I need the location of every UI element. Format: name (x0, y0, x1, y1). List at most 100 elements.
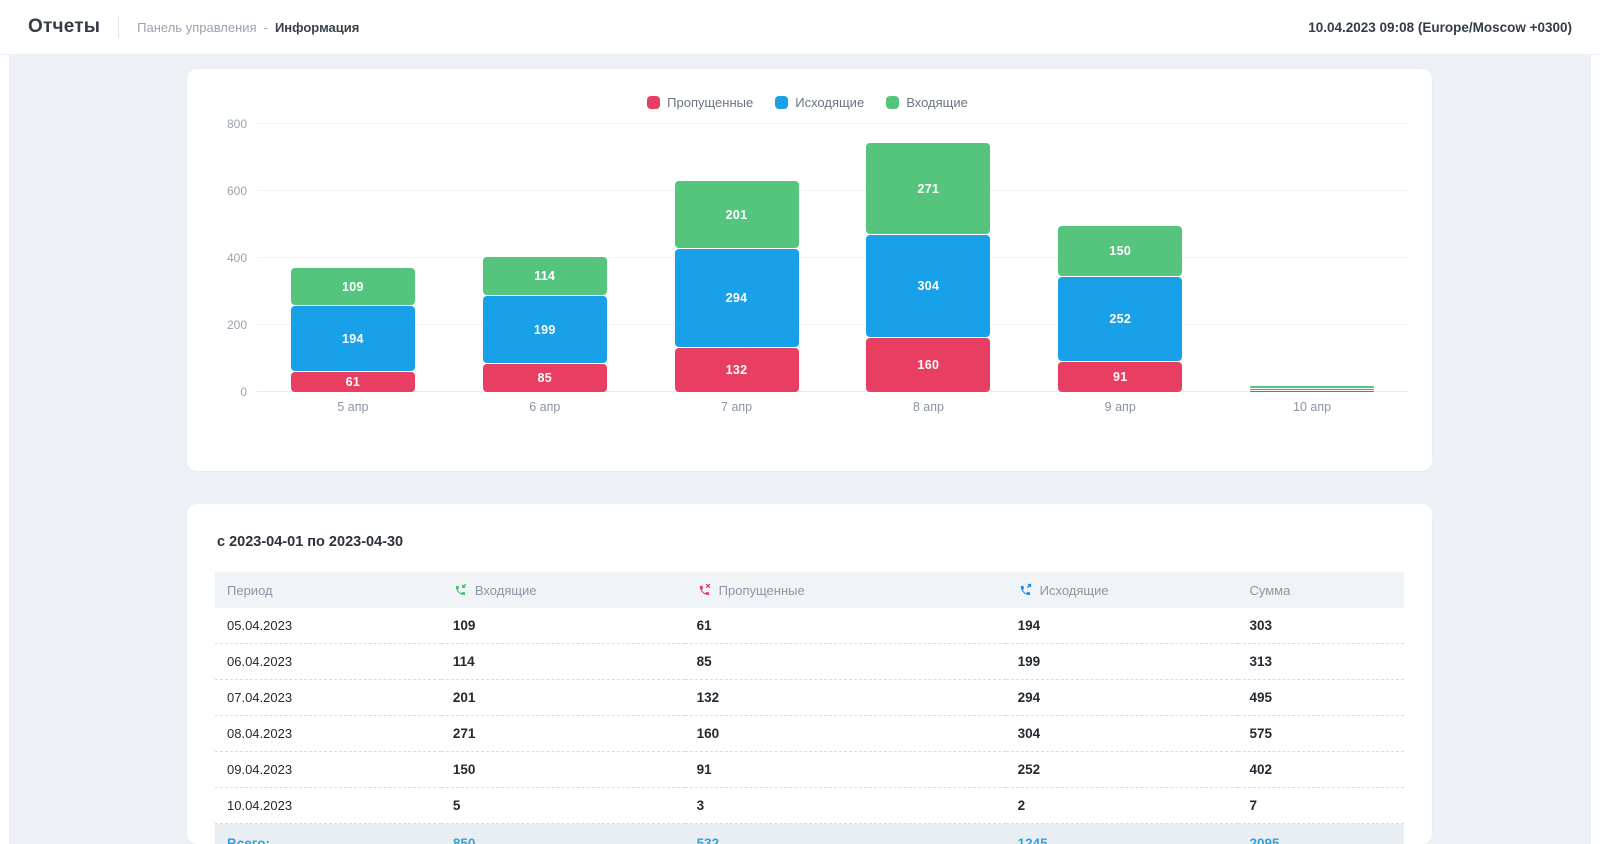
stacked-bar[interactable] (1250, 385, 1375, 392)
bar-segment[interactable]: 109 (290, 268, 415, 305)
total-value-cell: 1245 (1005, 823, 1238, 844)
stacked-bar[interactable]: 61 194 109 (290, 267, 415, 392)
value-cell: 199 (1005, 643, 1238, 680)
bar-slot: 91 252 150 (1024, 124, 1216, 392)
bar-segment[interactable]: 132 (674, 348, 799, 392)
bar-segment[interactable] (1250, 386, 1375, 388)
bar-slot: 160 304 271 (832, 124, 1024, 392)
period-cell: 06.04.2023 (215, 643, 441, 680)
stacked-bar[interactable]: 91 252 150 (1058, 225, 1183, 392)
plot-area: 61 194 109 85 199 114 132 294 201 160 304 271 91 252 1… (257, 123, 1408, 392)
x-axis-label: 5 апр (337, 400, 369, 414)
period-cell: 08.04.2023 (215, 715, 441, 752)
table-row: 08.04.2023 271 160 304 575 (215, 715, 1404, 752)
bars-layer: 61 194 109 85 199 114 132 294 201 160 304 271 91 252 1… (257, 124, 1408, 392)
bar-segment[interactable]: 194 (290, 306, 415, 371)
x-axis-label: 6 апр (529, 400, 561, 414)
value-cell: 252 (1005, 751, 1238, 788)
column-header: Сумма (1237, 572, 1404, 608)
header-datetime: 10.04.2023 09:08 (Europe/Moscow +0300) (1308, 19, 1572, 35)
legend-item[interactable]: Исходящие (775, 95, 864, 110)
legend-swatch-icon (886, 96, 900, 109)
bar-segment[interactable]: 294 (674, 249, 799, 347)
x-axis-label: 8 апр (912, 400, 944, 414)
value-cell: 575 (1237, 715, 1404, 752)
outgoing-call-icon (1020, 583, 1031, 596)
column-header-label: Пропущенные (718, 583, 805, 598)
stacked-bar[interactable]: 132 294 201 (674, 180, 799, 392)
value-cell: 109 (440, 608, 685, 644)
bar-slot (1216, 124, 1408, 392)
table-card: с 2023-04-01 по 2023-04-30 Период Входящи… (187, 504, 1432, 844)
content-area: Пропущенные Исходящие Входящие 0 200 400 600 8… (9, 55, 1591, 844)
legend-item[interactable]: Входящие (886, 95, 968, 110)
bar-segment[interactable]: 252 (1058, 277, 1183, 361)
table-row: 05.04.2023 109 61 194 303 (215, 608, 1404, 644)
bar-segment[interactable]: 271 (866, 143, 991, 234)
value-cell: 150 (440, 751, 685, 788)
stacked-bar[interactable]: 85 199 114 (482, 256, 607, 392)
value-cell: 91 (684, 751, 1006, 788)
value-cell: 2 (1005, 787, 1238, 824)
column-header-label: Входящие (474, 583, 537, 598)
bar-segment[interactable]: 304 (866, 235, 991, 337)
chart-legend: Пропущенные Исходящие Входящие (207, 95, 1408, 110)
bar-slot: 132 294 201 (641, 124, 833, 392)
total-value-cell: 2095 (1237, 823, 1404, 844)
stacked-bar-chart: 0 200 400 600 800 61 194 109 85 199 114 132 294 201 1… (207, 117, 1408, 414)
table-row: 10.04.2023 5 3 2 7 (215, 787, 1404, 824)
breadcrumb-current: Информация (274, 19, 360, 35)
value-cell: 271 (440, 715, 685, 752)
bar-segment[interactable]: 150 (1058, 226, 1183, 276)
calls-summary-table: Период Входящие Пропущенные Исходящие Сумма … (215, 572, 1404, 844)
value-cell: 402 (1237, 751, 1404, 788)
chart-card: Пропущенные Исходящие Входящие 0 200 400 600 8… (187, 69, 1432, 471)
table-row: 09.04.2023 150 91 252 402 (215, 751, 1404, 788)
y-axis-tick: 800 (226, 117, 247, 131)
period-cell: 07.04.2023 (215, 679, 441, 716)
y-axis: 0 200 400 600 800 (207, 117, 257, 399)
column-header: Пропущенные (684, 572, 1006, 608)
value-cell: 132 (684, 679, 1006, 716)
bar-segment[interactable]: 201 (674, 181, 799, 248)
y-axis-tick: 400 (226, 251, 247, 265)
x-axis-label: 7 апр (721, 400, 753, 414)
table-header-row: Период Входящие Пропущенные Исходящие Сумма (215, 572, 1404, 608)
y-axis-tick: 0 (240, 385, 247, 399)
value-cell: 303 (1237, 608, 1404, 644)
bar-segment[interactable]: 199 (482, 296, 607, 363)
bar-segment[interactable]: 160 (866, 338, 991, 392)
legend-item[interactable]: Пропущенные (647, 95, 753, 110)
bar-segment[interactable]: 114 (482, 257, 607, 295)
column-header: Период (215, 572, 441, 608)
value-cell: 160 (684, 715, 1006, 752)
header-divider (118, 16, 120, 38)
value-cell: 313 (1237, 643, 1404, 680)
breadcrumb: Панель управления - Информация (137, 20, 359, 35)
bar-segment[interactable] (1250, 389, 1375, 390)
missed-call-icon (699, 583, 710, 596)
stacked-bar[interactable]: 160 304 271 (866, 142, 991, 392)
value-cell: 114 (440, 643, 685, 680)
table-total-row: Всего: 850 532 1245 2095 (215, 823, 1404, 844)
value-cell: 3 (684, 787, 1006, 824)
column-header: Входящие (440, 572, 685, 608)
x-axis-label: 10 апр (1293, 400, 1332, 414)
legend-label: Входящие (906, 95, 968, 110)
bar-segment[interactable]: 91 (1058, 362, 1183, 392)
breadcrumb-parent[interactable]: Панель управления (137, 20, 256, 35)
table-row: 06.04.2023 114 85 199 313 (215, 643, 1404, 680)
bar-segment[interactable] (1250, 391, 1375, 392)
value-cell: 294 (1005, 679, 1238, 716)
period-cell: 09.04.2023 (215, 751, 441, 788)
total-value-cell: 532 (684, 823, 1006, 844)
column-header-label: Период (227, 582, 273, 598)
value-cell: 201 (440, 679, 685, 716)
table-row: 07.04.2023 201 132 294 495 (215, 679, 1404, 716)
bar-segment[interactable]: 85 (482, 364, 607, 392)
legend-swatch-icon (775, 96, 789, 109)
bar-segment[interactable]: 61 (290, 372, 415, 392)
column-header: Исходящие (1005, 572, 1238, 608)
column-header-label: Исходящие (1039, 583, 1109, 598)
value-cell: 7 (1237, 787, 1404, 824)
